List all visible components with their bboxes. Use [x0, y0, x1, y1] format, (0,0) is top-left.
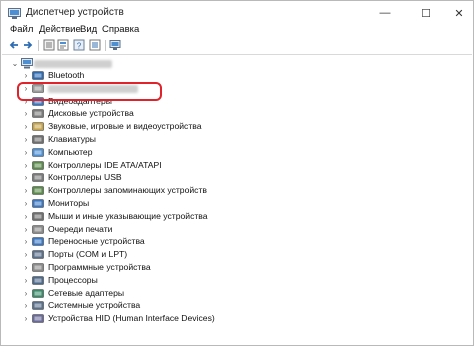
expand-chevron-icon[interactable]: ›	[22, 235, 30, 248]
expand-chevron-icon[interactable]: ›	[22, 248, 30, 261]
scan-monitor-icon[interactable]	[109, 39, 121, 51]
tree-view-icon[interactable]	[43, 39, 55, 51]
monitor-icon	[32, 199, 44, 208]
refresh-icon[interactable]	[89, 39, 101, 51]
hid-icon	[32, 314, 44, 323]
processor-icon	[32, 275, 44, 285]
system-device-icon	[32, 301, 44, 311]
tree-item-label: Очереди печати	[48, 223, 113, 234]
tree-item[interactable]: › Bluetooth	[2, 69, 462, 82]
svg-text:?: ?	[77, 42, 82, 51]
blurred-computer-name	[34, 60, 112, 68]
expand-chevron-icon[interactable]: ›	[22, 171, 30, 184]
network-adapter-icon	[32, 288, 44, 298]
tree-item-label: Контроллеры IDE ATA/ATAPI	[48, 159, 162, 170]
maximize-icon: ☐	[421, 7, 431, 20]
minimize-button[interactable]: —	[371, 1, 399, 25]
tree-item[interactable]: › Процессоры	[2, 274, 462, 287]
help-icon[interactable]: ?	[73, 39, 85, 51]
tree-item[interactable]: › Мониторы	[2, 197, 462, 210]
tree-item-label: Порты (COM и LPT)	[48, 249, 128, 260]
tree-item-label: Мониторы	[48, 198, 90, 208]
tree-item-label: Сетевые адаптеры	[48, 287, 125, 298]
ports-icon	[32, 250, 44, 259]
computer-root-icon	[21, 58, 33, 69]
tree-item-label: Контроллеры запоминающих устройств	[48, 185, 207, 196]
tree-item[interactable]: › Клавиатуры	[2, 133, 462, 146]
print-queue-icon	[32, 224, 44, 234]
close-icon: ✕	[454, 7, 464, 20]
expand-chevron-icon[interactable]: ›	[22, 261, 30, 274]
maximize-button[interactable]: ☐	[412, 1, 440, 25]
storage-controller-icon	[32, 186, 44, 195]
expand-chevron-icon[interactable]: ›	[22, 210, 30, 223]
expand-chevron-icon[interactable]: ›	[22, 287, 30, 300]
portable-device-icon	[32, 237, 44, 247]
tree-item[interactable]: › Дисковые устройства	[2, 107, 462, 120]
tree-item[interactable]: › Очереди печати	[2, 223, 462, 236]
window-title: Диспетчер устройств	[26, 7, 124, 18]
menu-action[interactable]: Действие	[39, 24, 81, 35]
highlight-annotation	[17, 82, 162, 101]
tree-item-label: Переносные устройства	[48, 236, 145, 247]
device-manager-window: Диспетчер устройств — ☐ ✕ Файл Действие …	[0, 0, 474, 346]
expand-chevron-icon[interactable]: ›	[22, 223, 30, 236]
tree-item[interactable]: › Контроллеры USB	[2, 171, 462, 184]
menu-bar: Файл Действие Вид Справка	[1, 23, 473, 38]
minimize-icon: —	[379, 7, 391, 19]
tree-item-label: Bluetooth	[48, 70, 85, 80]
mouse-icon	[32, 211, 44, 221]
tree-item[interactable]: › Звуковые, игровые и видеоустройства	[2, 120, 462, 133]
menu-view[interactable]: Вид	[80, 24, 97, 35]
tree-item-label: Процессоры	[48, 274, 98, 285]
tree-item[interactable]: › Сетевые адаптеры	[2, 287, 462, 300]
tree-item-label: Мыши и иные указывающие устройства	[48, 210, 208, 221]
tree-item-label: Системные устройства	[48, 300, 141, 311]
expand-chevron-icon[interactable]: ›	[22, 274, 30, 287]
usb-controller-icon	[32, 173, 44, 183]
expand-chevron-icon[interactable]: ›	[22, 197, 30, 210]
expand-chevron-icon[interactable]: ›	[22, 159, 30, 172]
tree-item-label: Компьютер	[48, 146, 93, 157]
computer-icon	[32, 147, 44, 157]
tree-item-label: Звуковые, игровые и видеоустройства	[48, 121, 202, 132]
tree-item-label: Программные устройства	[48, 262, 151, 272]
forward-arrow-icon[interactable]	[22, 39, 34, 51]
tree-item-label: Контроллеры USB	[48, 172, 122, 183]
disk-drive-icon	[32, 109, 44, 119]
device-manager-icon	[8, 8, 21, 19]
expand-chevron-icon[interactable]: ›	[22, 312, 30, 325]
tree-item[interactable]: › Системные устройства	[2, 299, 462, 312]
properties-icon[interactable]	[57, 39, 69, 51]
expand-chevron-icon[interactable]: ›	[22, 133, 30, 146]
tree-item[interactable]: › Порты (COM и LPT)	[2, 248, 462, 261]
tree-item[interactable]: › Переносные устройства	[2, 235, 462, 248]
close-button[interactable]: ✕	[445, 1, 473, 25]
tree-item[interactable]: › Компьютер	[2, 146, 462, 159]
expand-chevron-icon[interactable]: ›	[22, 69, 30, 82]
tree-item[interactable]: › Программные устройства	[2, 261, 462, 274]
tree-item-label: Дисковые устройства	[48, 108, 134, 119]
software-device-icon	[32, 263, 44, 272]
sound-icon	[32, 122, 44, 131]
tree-item[interactable]: › Устройства HID (Human Interface Devices…	[2, 312, 462, 325]
tree-item[interactable]: › Контроллеры запоминающих устройств	[2, 184, 462, 197]
bluetooth-icon	[32, 71, 44, 80]
ide-controller-icon	[32, 160, 44, 170]
menu-file[interactable]: Файл	[10, 24, 33, 35]
tree-item[interactable]: › Мыши и иные указывающие устройства	[2, 210, 462, 223]
expand-chevron-icon[interactable]: ›	[22, 107, 30, 120]
menu-help[interactable]: Справка	[102, 24, 139, 35]
tree-item-label: Устройства HID (Human Interface Devices)	[48, 313, 215, 324]
toolbar: ?	[1, 39, 473, 53]
keyboard-icon	[32, 135, 44, 144]
back-arrow-icon[interactable]	[8, 39, 20, 51]
tree-item-label: Клавиатуры	[48, 134, 96, 144]
expand-chevron-icon[interactable]: ›	[22, 184, 30, 197]
expand-chevron-icon[interactable]: ›	[22, 146, 30, 159]
expand-chevron-icon[interactable]: ›	[22, 299, 30, 312]
expand-chevron-icon[interactable]: ›	[22, 120, 30, 133]
tree-item[interactable]: › Контроллеры IDE ATA/ATAPI	[2, 159, 462, 172]
